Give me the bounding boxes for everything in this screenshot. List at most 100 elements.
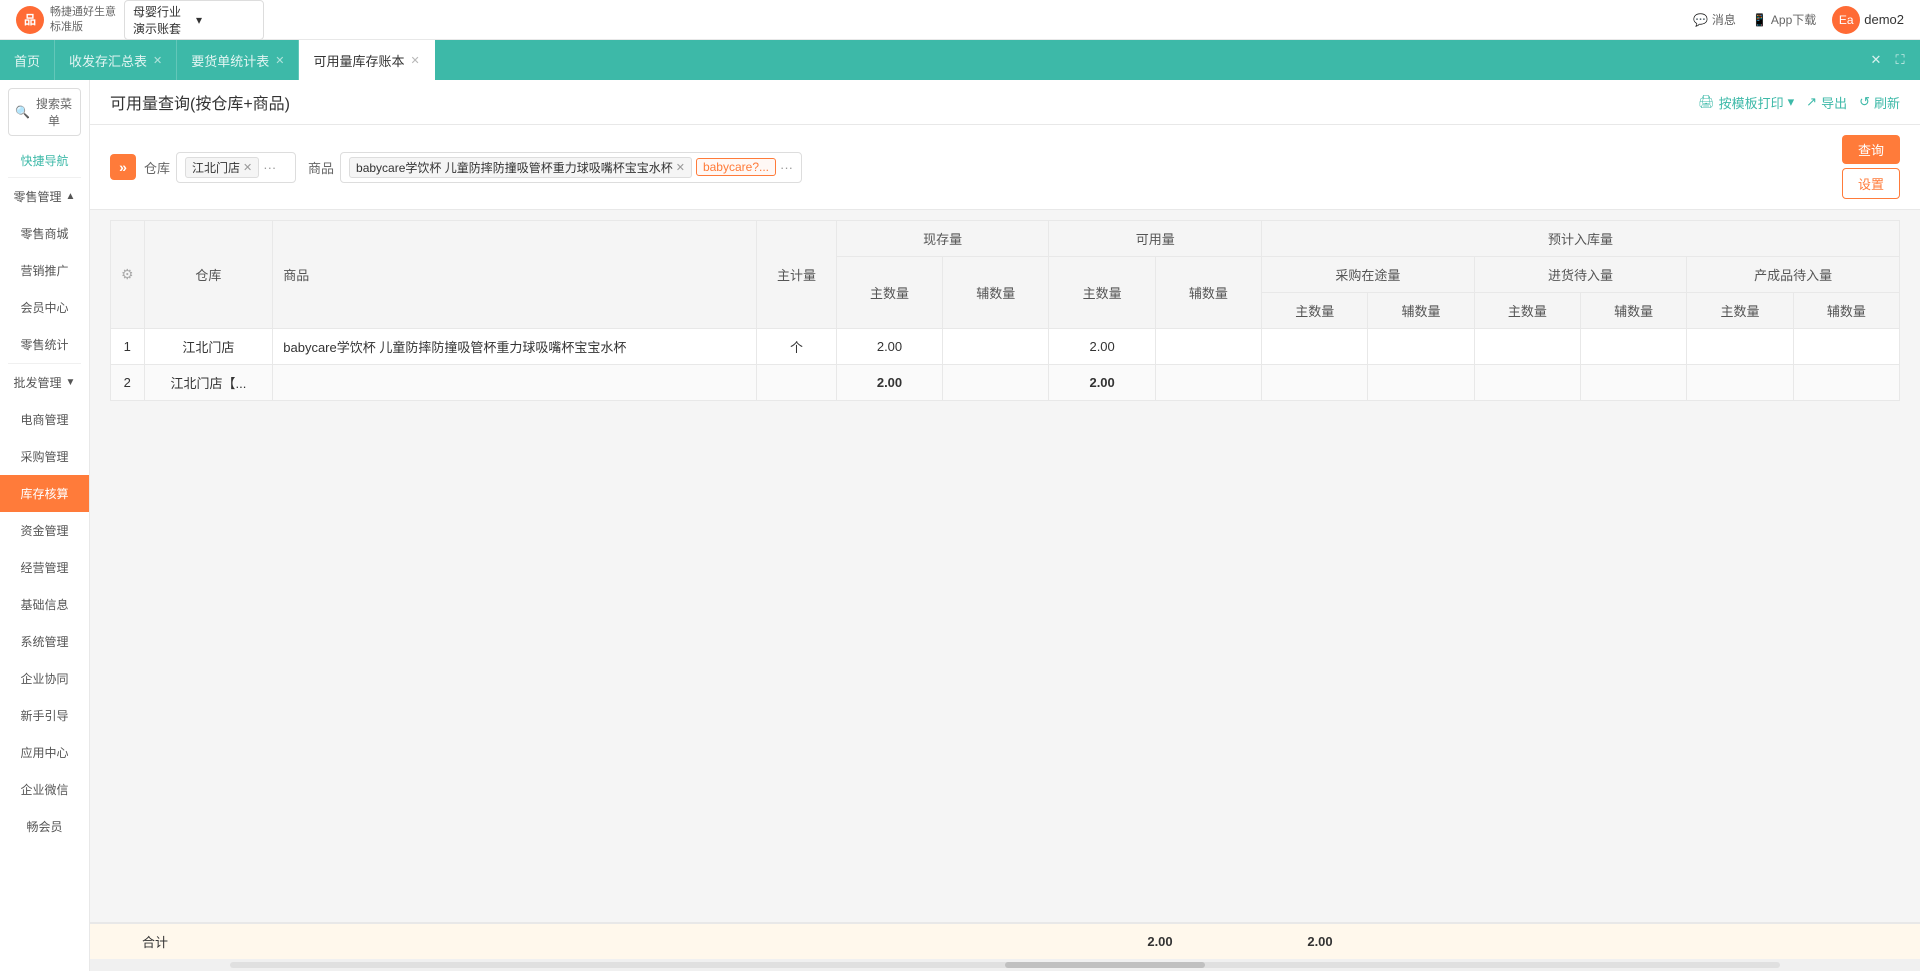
page-title: 可用量查询(按仓库+商品): [110, 90, 290, 114]
dropdown-arrow-icon: ▾: [196, 13, 255, 27]
search-icon: 🔍: [15, 105, 30, 119]
sidebar-item-retail-mall-label: 零售商城: [20, 225, 68, 242]
app-download-icon: 📱: [1752, 13, 1767, 27]
row1-incoming-aux: [1581, 329, 1687, 365]
row1-production-main: [1687, 329, 1793, 365]
page-header: 可用量查询(按仓库+商品) 🖨 按模板打印 ▾ ↗ 导出 ↺ 刷新: [90, 80, 1920, 125]
message-button[interactable]: 💬 消息: [1693, 11, 1736, 28]
sidebar-item-members[interactable]: 会员中心: [0, 289, 89, 326]
sidebar-item-finance[interactable]: 资金管理: [0, 512, 89, 549]
row2-unit: [757, 365, 837, 401]
store-selector[interactable]: 母婴行业演示账套 ▾: [124, 0, 264, 40]
product-input[interactable]: babycare学饮杯 儿童防摔防撞吸管杯重力球吸嘴杯宝宝水杯 ✕ babyca…: [340, 152, 802, 183]
footer-incoming-main: [1600, 924, 1680, 959]
row1-purchase-main: [1262, 329, 1368, 365]
username-label: demo2: [1864, 12, 1904, 27]
sidebar-item-retail-stats[interactable]: 零售统计: [0, 326, 89, 363]
tab-order-stats-close[interactable]: ✕: [275, 54, 284, 67]
app-download-button[interactable]: 📱 App下载: [1752, 11, 1816, 28]
quick-nav-button[interactable]: 快捷导航: [20, 154, 68, 168]
tabbar: 首页 收发存汇总表 ✕ 要货单统计表 ✕ 可用量库存账本 ✕ ✕ ⛶: [0, 40, 1920, 80]
sidebar-item-enterprise-wechat[interactable]: 企业微信: [0, 771, 89, 808]
product-tag-1-remove[interactable]: ✕: [676, 161, 685, 174]
row1-unit: 个: [757, 329, 837, 365]
row1-avail-aux: [1155, 329, 1261, 365]
col-unit-header: 主计量: [757, 221, 837, 329]
row1-incoming-main: [1474, 329, 1580, 365]
warehouse-tag-text: 江北门店: [192, 159, 240, 176]
sidebar-item-member-vip[interactable]: 畅会员: [0, 808, 89, 845]
export-button[interactable]: ↗ 导出: [1806, 93, 1847, 112]
warehouse-filter: 仓库 江北门店 ✕ ···: [144, 152, 296, 183]
tab-available-stock[interactable]: 可用量库存账本 ✕: [299, 40, 434, 80]
table-settings-icon[interactable]: ⚙: [121, 266, 134, 282]
sidebar-item-enterprise[interactable]: 企业协同: [0, 660, 89, 697]
row1-num: 1: [111, 329, 145, 365]
print-template-button[interactable]: 🖨 按模板打印 ▾: [1698, 93, 1794, 112]
user-profile[interactable]: Ea demo2: [1832, 6, 1904, 34]
col-purchase-main-header: 主数量: [1262, 293, 1368, 329]
sidebar-item-purchase[interactable]: 采购管理: [0, 438, 89, 475]
product-more-icon[interactable]: ···: [780, 160, 793, 175]
sidebar-item-ecommerce[interactable]: 电商管理: [0, 401, 89, 438]
sidebar-item-marketing[interactable]: 营销推广: [0, 252, 89, 289]
horizontal-scrollbar[interactable]: [90, 959, 1920, 971]
sidebar-item-enterprise-wechat-label: 企业微信: [20, 781, 68, 798]
sidebar-item-members-label: 会员中心: [20, 299, 68, 316]
footer-empty-1: [90, 924, 122, 959]
warehouse-more-icon[interactable]: ···: [263, 160, 276, 175]
sidebar-item-enterprise-label: 企业协同: [20, 670, 68, 687]
tab-receipts-close[interactable]: ✕: [153, 54, 162, 67]
main-layout: 🔍 搜索菜单 快捷导航 零售管理 ▲ 零售商城 营销推广 会员中心 零售统计 批…: [0, 80, 1920, 971]
close-window-button[interactable]: ✕: [1868, 52, 1884, 68]
row2-incoming-main: [1474, 365, 1580, 401]
sidebar-item-basic-info[interactable]: 基础信息: [0, 586, 89, 623]
row2-purchase-aux: [1368, 365, 1474, 401]
avatar: Ea: [1832, 6, 1860, 34]
row2-production-main: [1687, 365, 1793, 401]
col-warehouse-header: 仓库: [144, 221, 273, 329]
tab-order-stats-label: 要货单统计表: [191, 51, 269, 70]
sidebar-item-retail-mgmt[interactable]: 零售管理 ▲: [0, 178, 89, 215]
sidebar-item-sys-mgmt[interactable]: 系统管理: [0, 623, 89, 660]
settings-button[interactable]: 设置: [1842, 168, 1900, 199]
maximize-window-button[interactable]: ⛶: [1892, 52, 1908, 68]
footer-current-main: 2.00: [1120, 924, 1200, 959]
page-actions: 🖨 按模板打印 ▾ ↗ 导出 ↺ 刷新: [1698, 93, 1900, 112]
warehouse-input[interactable]: 江北门店 ✕ ···: [176, 152, 296, 183]
search-menu-button[interactable]: 🔍 搜索菜单: [8, 88, 81, 136]
row2-warehouse: 江北门店【...: [144, 365, 273, 401]
store-name: 母婴行业演示账套: [133, 3, 192, 37]
footer-empty-2: [222, 924, 1060, 959]
sidebar-item-retail-stats-label: 零售统计: [20, 336, 68, 353]
tab-home-label: 首页: [14, 51, 40, 70]
sidebar-item-wholesale-mgmt[interactable]: 批发管理 ▼: [0, 364, 89, 401]
sidebar-item-ecommerce-label: 电商管理: [20, 411, 68, 428]
col-incoming-aux-header: 辅数量: [1581, 293, 1687, 329]
sidebar-item-new-guide[interactable]: 新手引导: [0, 697, 89, 734]
sidebar-item-operations[interactable]: 经营管理: [0, 549, 89, 586]
sidebar-item-basic-info-label: 基础信息: [20, 596, 68, 613]
sidebar-item-retail-mall[interactable]: 零售商城: [0, 215, 89, 252]
col-forecast-header: 预计入库量: [1262, 221, 1900, 257]
sidebar-item-member-vip-label: 畅会员: [26, 818, 62, 835]
scroll-thumb[interactable]: [1005, 962, 1205, 968]
tab-available-stock-label: 可用量库存账本: [313, 51, 404, 70]
sidebar-item-marketing-label: 营销推广: [20, 262, 68, 279]
warehouse-tag-remove[interactable]: ✕: [243, 161, 252, 174]
app-download-label: App下载: [1771, 11, 1816, 28]
wholesale-mgmt-arrow-icon: ▼: [66, 377, 76, 388]
tab-receipts[interactable]: 收发存汇总表 ✕: [55, 40, 177, 80]
filter-toggle-button[interactable]: »: [110, 154, 136, 180]
tab-available-stock-close[interactable]: ✕: [411, 54, 420, 67]
col-current-stock-header: 现存量: [836, 221, 1049, 257]
footer-current-aux: [1200, 924, 1280, 959]
refresh-button[interactable]: ↺ 刷新: [1859, 93, 1900, 112]
filter-actions: 查询 设置: [1842, 135, 1900, 199]
sidebar-item-app-center[interactable]: 应用中心: [0, 734, 89, 771]
query-button[interactable]: 查询: [1842, 135, 1900, 164]
tab-order-stats[interactable]: 要货单统计表 ✕: [177, 40, 299, 80]
retail-mgmt-arrow-icon: ▲: [66, 191, 76, 202]
sidebar-item-inventory[interactable]: 库存核算: [0, 475, 89, 512]
tab-home[interactable]: 首页: [0, 40, 55, 80]
